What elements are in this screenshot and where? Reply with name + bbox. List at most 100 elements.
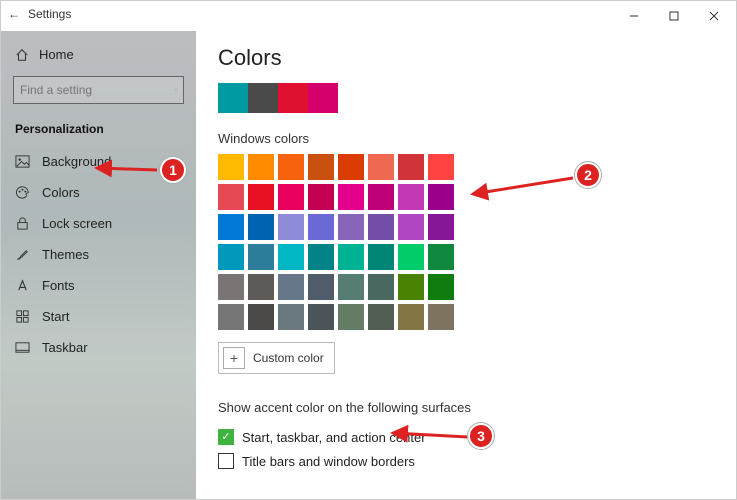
color-swatch[interactable]	[338, 244, 364, 270]
taskbar-icon	[15, 340, 30, 355]
sidebar-item-themes[interactable]: Themes	[1, 239, 196, 270]
close-button[interactable]	[694, 2, 734, 30]
annotation-arrow-3	[388, 425, 473, 450]
checkbox[interactable]	[218, 429, 234, 445]
color-swatch[interactable]	[398, 184, 424, 210]
sidebar-section-header: Personalization	[1, 118, 196, 146]
color-swatch[interactable]	[398, 304, 424, 330]
lock-icon	[15, 216, 30, 231]
color-swatch[interactable]	[368, 274, 394, 300]
annotation-arrow-1	[92, 160, 162, 185]
search-icon	[175, 83, 177, 97]
search-box[interactable]	[13, 76, 184, 104]
color-swatch[interactable]	[428, 274, 454, 300]
color-swatch[interactable]	[428, 184, 454, 210]
search-input[interactable]	[20, 83, 175, 97]
color-swatch[interactable]	[338, 214, 364, 240]
color-swatch[interactable]	[218, 184, 244, 210]
color-swatch[interactable]	[278, 154, 304, 180]
color-swatch[interactable]	[308, 304, 334, 330]
custom-color-button[interactable]: + Custom color	[218, 342, 335, 374]
color-swatch[interactable]	[368, 154, 394, 180]
palette-icon	[15, 185, 30, 200]
sidebar: Home Personalization BackgroundColorsLoc…	[1, 31, 196, 499]
font-icon	[15, 278, 30, 293]
recent-color-swatch[interactable]	[248, 83, 278, 113]
sidebar-item-label: Lock screen	[42, 216, 112, 231]
color-swatch[interactable]	[338, 184, 364, 210]
color-swatch[interactable]	[308, 274, 334, 300]
color-swatch[interactable]	[278, 184, 304, 210]
color-swatch[interactable]	[278, 304, 304, 330]
recent-colors	[218, 83, 714, 113]
sidebar-item-label: Colors	[42, 185, 80, 200]
color-swatch[interactable]	[308, 214, 334, 240]
color-swatch[interactable]	[248, 244, 274, 270]
color-swatch[interactable]	[218, 304, 244, 330]
recent-color-swatch[interactable]	[308, 83, 338, 113]
annotation-badge-2: 2	[575, 162, 601, 188]
color-swatch[interactable]	[428, 304, 454, 330]
color-swatch[interactable]	[428, 214, 454, 240]
color-swatch[interactable]	[248, 154, 274, 180]
color-swatch[interactable]	[248, 184, 274, 210]
color-swatch[interactable]	[248, 274, 274, 300]
color-swatch[interactable]	[308, 184, 334, 210]
recent-color-swatch[interactable]	[218, 83, 248, 113]
surfaces-header: Show accent color on the following surfa…	[218, 400, 714, 415]
plus-icon: +	[223, 347, 245, 369]
color-swatch[interactable]	[368, 304, 394, 330]
titlebar	[1, 1, 736, 31]
checkbox-label: Title bars and window borders	[242, 454, 415, 469]
sidebar-item-label: Fonts	[42, 278, 75, 293]
color-swatch[interactable]	[308, 244, 334, 270]
color-swatch[interactable]	[338, 274, 364, 300]
color-swatch[interactable]	[368, 214, 394, 240]
color-swatch[interactable]	[278, 214, 304, 240]
color-swatch[interactable]	[248, 304, 274, 330]
sidebar-item-label: Taskbar	[42, 340, 88, 355]
start-icon	[15, 309, 30, 324]
sidebar-item-label: Start	[42, 309, 69, 324]
color-swatch[interactable]	[278, 274, 304, 300]
color-swatch[interactable]	[308, 154, 334, 180]
minimize-button[interactable]	[614, 2, 654, 30]
back-button[interactable]: ←	[8, 7, 20, 21]
color-swatch[interactable]	[218, 244, 244, 270]
color-swatch[interactable]	[368, 244, 394, 270]
sidebar-home[interactable]: Home	[1, 39, 196, 70]
color-swatch[interactable]	[428, 154, 454, 180]
image-icon	[15, 154, 30, 169]
color-swatch[interactable]	[248, 214, 274, 240]
color-swatch[interactable]	[218, 274, 244, 300]
page-title: Colors	[218, 45, 714, 71]
sidebar-item-taskbar[interactable]: Taskbar	[1, 332, 196, 363]
sidebar-item-lock-screen[interactable]: Lock screen	[1, 208, 196, 239]
checkbox-row[interactable]: Title bars and window borders	[218, 449, 714, 473]
annotation-badge-1: 1	[160, 157, 186, 183]
color-grid	[218, 154, 454, 330]
color-swatch[interactable]	[368, 184, 394, 210]
brush-icon	[15, 247, 30, 262]
annotation-arrow-2	[468, 172, 578, 207]
color-swatch[interactable]	[398, 154, 424, 180]
color-swatch[interactable]	[398, 244, 424, 270]
color-swatch[interactable]	[218, 214, 244, 240]
checkbox[interactable]	[218, 453, 234, 469]
window-title: Settings	[28, 7, 71, 21]
home-label: Home	[39, 47, 74, 62]
color-swatch[interactable]	[398, 274, 424, 300]
sidebar-item-fonts[interactable]: Fonts	[1, 270, 196, 301]
color-swatch[interactable]	[398, 214, 424, 240]
color-swatch[interactable]	[278, 244, 304, 270]
sidebar-item-start[interactable]: Start	[1, 301, 196, 332]
sidebar-item-label: Themes	[42, 247, 89, 262]
color-swatch[interactable]	[338, 304, 364, 330]
color-swatch[interactable]	[218, 154, 244, 180]
recent-color-swatch[interactable]	[278, 83, 308, 113]
color-swatch[interactable]	[338, 154, 364, 180]
maximize-button[interactable]	[654, 2, 694, 30]
windows-colors-label: Windows colors	[218, 131, 714, 146]
settings-window: ← Settings Home Personalization Backgrou…	[0, 0, 737, 500]
color-swatch[interactable]	[428, 244, 454, 270]
